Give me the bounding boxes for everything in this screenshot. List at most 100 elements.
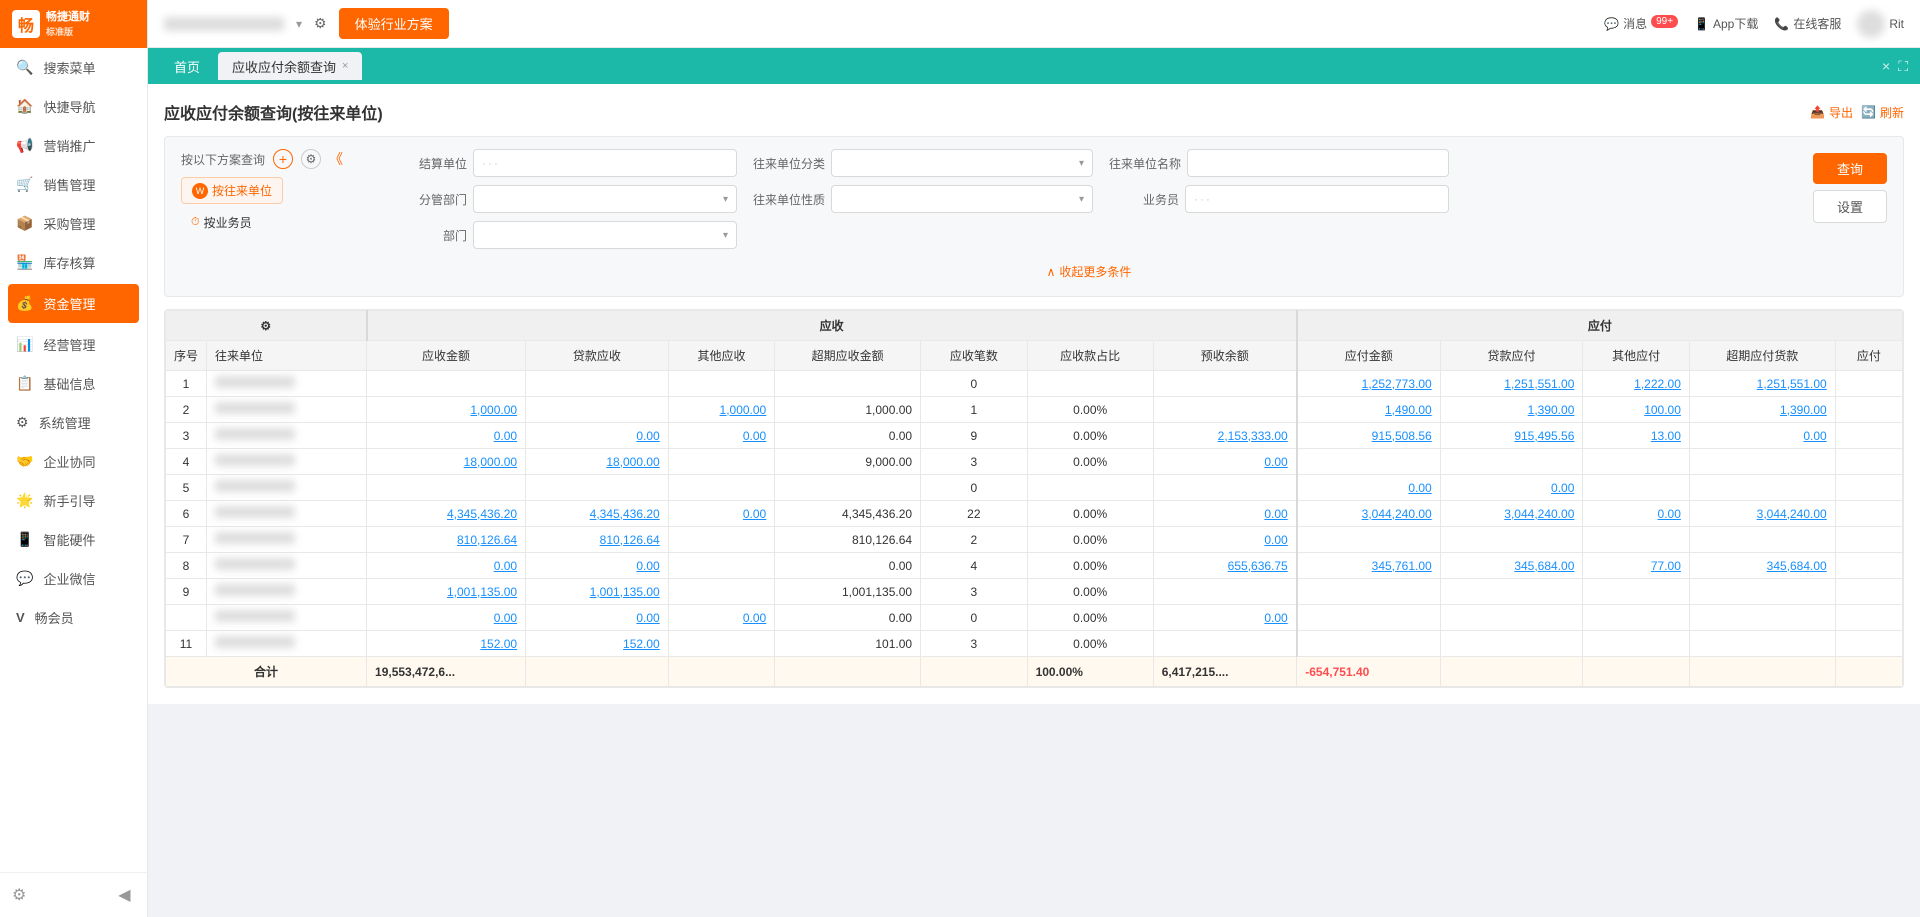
window-close-btn[interactable]: × (1882, 58, 1890, 74)
sidebar-item-wechat[interactable]: 💬 企业微信 (0, 559, 147, 598)
settlement-input[interactable]: ··· (473, 149, 737, 177)
app-download-btn[interactable]: 📱 App下载 (1694, 15, 1758, 32)
partner-type-input[interactable]: ▾ (831, 185, 1093, 213)
tab-home[interactable]: 首页 (160, 52, 214, 80)
sidebar-item-system[interactable]: ⚙ 系统管理 (0, 403, 147, 442)
cell-recv-amt[interactable]: 1,001,135.00 (367, 579, 526, 605)
cell-recv-amt[interactable]: 0.00 (367, 605, 526, 631)
cell-overdue-pay[interactable]: 3,044,240.00 (1689, 501, 1835, 527)
cell-loan-pay[interactable]: 3,044,240.00 (1440, 501, 1583, 527)
cell-loan-recv[interactable]: 0.00 (526, 553, 669, 579)
cell-loan-recv[interactable]: 0.00 (526, 605, 669, 631)
cell-pay-amt[interactable]: 3,044,240.00 (1297, 501, 1440, 527)
cell-recv-amt[interactable]: 0.00 (367, 553, 526, 579)
salesperson-input[interactable]: ··· (1185, 185, 1449, 213)
cell-loan-pay[interactable]: 1,251,551.00 (1440, 371, 1583, 397)
cell-loan-recv[interactable]: 152.00 (526, 631, 669, 657)
filter-add-button[interactable]: + (273, 149, 293, 169)
solution-button[interactable]: 体验行业方案 (339, 8, 449, 39)
cell-prepay[interactable]: 0.00 (1153, 527, 1296, 553)
cell-other-recv[interactable]: 1,000.00 (668, 397, 775, 423)
department-label: 部门 (397, 227, 467, 244)
cell-recv-amt[interactable]: 152.00 (367, 631, 526, 657)
notification-btn[interactable]: 💬 消息 99+ (1604, 15, 1678, 32)
cell-overdue-recv (775, 371, 921, 397)
cell-prepay[interactable]: 2,153,333.00 (1153, 423, 1296, 449)
cell-loan-pay[interactable]: 0.00 (1440, 475, 1583, 501)
cell-loan-pay[interactable]: 1,390.00 (1440, 397, 1583, 423)
cell-pay-amt[interactable]: 1,252,773.00 (1297, 371, 1440, 397)
sidebar-item-hardware[interactable]: 📱 智能硬件 (0, 520, 147, 559)
cell-loan-recv[interactable]: 1,001,135.00 (526, 579, 669, 605)
cell-other-pay[interactable]: 77.00 (1583, 553, 1690, 579)
sidebar-item-member[interactable]: V 畅会员 (0, 598, 147, 637)
cell-pay-amt[interactable]: 0.00 (1297, 475, 1440, 501)
collapse-button[interactable]: ∧ 收起更多条件 (1047, 259, 1132, 284)
tab-receivable-query[interactable]: 应收应付余额查询 × (218, 52, 362, 80)
filter-config-button[interactable]: ⚙ (301, 149, 321, 169)
cell-loan-recv[interactable]: 4,345,436.20 (526, 501, 669, 527)
cell-other-recv[interactable]: 0.00 (668, 501, 775, 527)
window-maximize-btn[interactable]: ⛶ (1898, 58, 1908, 75)
tab-close-btn[interactable]: × (342, 60, 348, 72)
sidebar-item-quick-nav[interactable]: 🏠 快捷导航 (0, 87, 147, 126)
department-input[interactable]: ▾ (473, 221, 737, 249)
cell-overdue-pay[interactable]: 1,251,551.00 (1689, 371, 1835, 397)
refresh-button[interactable]: 🔄 刷新 (1861, 104, 1904, 121)
cell-loan-recv[interactable]: 0.00 (526, 423, 669, 449)
user-profile-btn[interactable]: Rit (1857, 10, 1904, 38)
sidebar-item-guide[interactable]: 🌟 新手引导 (0, 481, 147, 520)
topbar-gear-icon[interactable]: ⚙ (314, 15, 327, 32)
cell-loan-pay[interactable]: 915,495.56 (1440, 423, 1583, 449)
cell-recv-amt[interactable]: 1,000.00 (367, 397, 526, 423)
partner-name-input[interactable] (1187, 149, 1449, 177)
dept-input[interactable]: ▾ (473, 185, 737, 213)
cell-recv-amt[interactable]: 4,345,436.20 (367, 501, 526, 527)
settings-button[interactable]: 设置 (1813, 190, 1887, 223)
cell-loan-recv[interactable]: 810,126.64 (526, 527, 669, 553)
cell-pay-amt[interactable]: 915,508.56 (1297, 423, 1440, 449)
cell-loan-pay[interactable]: 345,684.00 (1440, 553, 1583, 579)
sidebar-item-search[interactable]: 🔍 搜索菜单 (0, 48, 147, 87)
cell-recv-amt[interactable]: 810,126.64 (367, 527, 526, 553)
cell-other-pay[interactable]: 13.00 (1583, 423, 1690, 449)
cell-prepay[interactable]: 0.00 (1153, 449, 1296, 475)
cell-pay-amt[interactable]: 345,761.00 (1297, 553, 1440, 579)
sidebar-collapse-btn[interactable]: ◀‍‍ ‍ (118, 885, 135, 905)
sidebar-item-finance[interactable]: 💰 资金管理 (8, 284, 139, 323)
cell-recv-amt[interactable]: 18,000.00 (367, 449, 526, 475)
cell-overdue-pay[interactable]: 345,684.00 (1689, 553, 1835, 579)
chevron-down-icon[interactable]: ▾ (296, 17, 302, 31)
query-button[interactable]: 查询 (1813, 153, 1887, 184)
partner-category-input[interactable]: ▾ (831, 149, 1093, 177)
cell-recv-amt[interactable]: 0.00 (367, 423, 526, 449)
filter-option-partner[interactable]: W 按往来单位 (181, 177, 283, 204)
cell-other-pay[interactable]: 0.00 (1583, 501, 1690, 527)
sidebar-item-purchase[interactable]: 📦 采购管理 (0, 204, 147, 243)
cell-other-recv[interactable]: 0.00 (668, 605, 775, 631)
cell-other-pay[interactable]: 1,222.00 (1583, 371, 1690, 397)
sidebar-item-operations[interactable]: 📊 经营管理 (0, 325, 147, 364)
filter-option-business[interactable]: ⏱ 按业务员 (181, 210, 381, 235)
sidebar-item-enterprise[interactable]: 🤝 企业协同 (0, 442, 147, 481)
cell-overdue-pay[interactable]: 1,390.00 (1689, 397, 1835, 423)
sidebar-settings-btn[interactable]: ⚙ (12, 885, 26, 905)
sidebar-item-sales[interactable]: 🛒 销售管理 (0, 165, 147, 204)
cell-overdue-pay[interactable]: 0.00 (1689, 423, 1835, 449)
table-settings-icon[interactable]: ⚙ (260, 319, 271, 333)
cell-other-recv[interactable]: 0.00 (668, 423, 775, 449)
export-button[interactable]: 📤 导出 (1810, 104, 1853, 121)
cell-other-pay[interactable]: 100.00 (1583, 397, 1690, 423)
cell-loan-pay (1440, 631, 1583, 657)
cell-prepay[interactable]: 655,636.75 (1153, 553, 1296, 579)
cell-prepay[interactable]: 0.00 (1153, 605, 1296, 631)
sidebar-item-basic[interactable]: 📋 基础信息 (0, 364, 147, 403)
cell-prepay[interactable]: 0.00 (1153, 501, 1296, 527)
sidebar-item-inventory[interactable]: 🏪 库存核算 (0, 243, 147, 282)
sidebar-item-marketing[interactable]: 📢 营销推广 (0, 126, 147, 165)
cell-pay-amt[interactable]: 1,490.00 (1297, 397, 1440, 423)
cell-loan-recv[interactable]: 18,000.00 (526, 449, 669, 475)
online-service-btn[interactable]: 📞 在线客服 (1774, 15, 1841, 32)
th-recv-ratio: 应收款占比 (1027, 341, 1153, 371)
filter-expand-button[interactable]: 《 (329, 149, 343, 169)
